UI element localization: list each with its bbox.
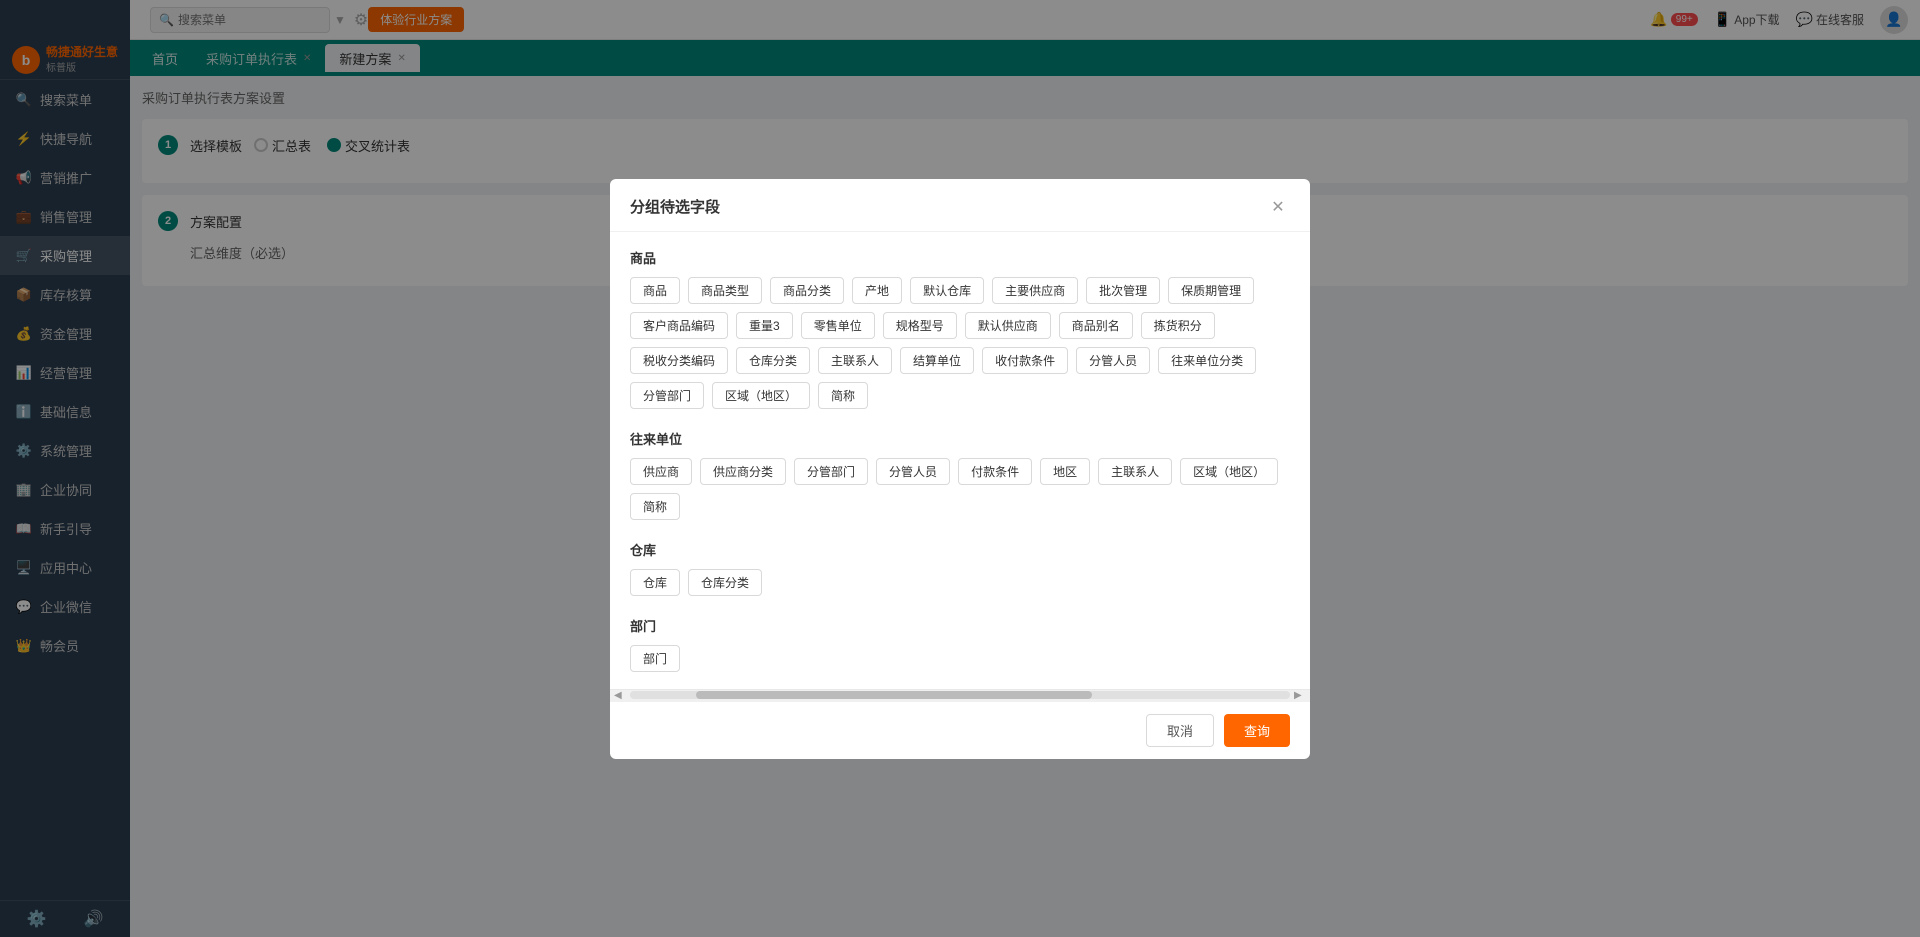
field-main-contact[interactable]: 主联系人 (818, 347, 892, 374)
field-expiry-management[interactable]: 保质期管理 (1168, 277, 1254, 304)
section-warehouse-title: 仓库 (630, 540, 1290, 559)
field-origin[interactable]: 产地 (852, 277, 902, 304)
field-area[interactable]: 地区 (1040, 458, 1090, 485)
field-customer-goods-code[interactable]: 客户商品编码 (630, 312, 728, 339)
field-supplier-category[interactable]: 供应商分类 (700, 458, 786, 485)
modal-hscroll: ◀ ▶ (610, 689, 1310, 701)
department-fields-grid: 部门 (630, 645, 1290, 672)
field-region-goods[interactable]: 区域（地区） (712, 382, 810, 409)
goods-fields-grid: 商品 商品类型 商品分类 产地 默认仓库 主要供应商 批次管理 保质期管理 客户… (630, 277, 1290, 409)
hscroll-left-btn[interactable]: ◀ (614, 690, 626, 701)
field-settlement-unit[interactable]: 结算单位 (900, 347, 974, 374)
cancel-button[interactable]: 取消 (1146, 714, 1214, 747)
field-department[interactable]: 部门 (630, 645, 680, 672)
field-short-name-goods[interactable]: 简称 (818, 382, 868, 409)
field-default-supplier[interactable]: 默认供应商 (965, 312, 1051, 339)
section-department: 部门 部门 (630, 616, 1290, 672)
field-goods[interactable]: 商品 (630, 277, 680, 304)
field-warehouse-category[interactable]: 仓库分类 (736, 347, 810, 374)
field-main-supplier[interactable]: 主要供应商 (992, 277, 1078, 304)
section-warehouse: 仓库 仓库 仓库分类 (630, 540, 1290, 596)
section-department-title: 部门 (630, 616, 1290, 635)
hscroll-thumb[interactable] (696, 691, 1092, 699)
field-payment-condition[interactable]: 付款条件 (958, 458, 1032, 485)
section-partner-title: 往来单位 (630, 429, 1290, 448)
field-person-partner[interactable]: 分管人员 (876, 458, 950, 485)
field-payment-terms[interactable]: 收付款条件 (982, 347, 1068, 374)
field-spec-model[interactable]: 规格型号 (883, 312, 957, 339)
field-warehouse-type[interactable]: 仓库分类 (688, 569, 762, 596)
modal-body: 商品 商品 商品类型 商品分类 产地 默认仓库 主要供应商 批次管理 保质期管理… (610, 232, 1310, 689)
modal-header: 分组待选字段 ✕ (610, 179, 1310, 232)
field-default-warehouse[interactable]: 默认仓库 (910, 277, 984, 304)
field-supplier[interactable]: 供应商 (630, 458, 692, 485)
modal-overlay: 分组待选字段 ✕ 商品 商品 商品类型 商品分类 产地 默认仓库 主要供应商 批… (0, 0, 1920, 937)
field-weight3[interactable]: 重量3 (736, 312, 793, 339)
modal-close-button[interactable]: ✕ (1266, 195, 1290, 219)
modal-dialog: 分组待选字段 ✕ 商品 商品 商品类型 商品分类 产地 默认仓库 主要供应商 批… (610, 179, 1310, 759)
field-supervisor[interactable]: 分管人员 (1076, 347, 1150, 374)
section-goods-title: 商品 (630, 248, 1290, 267)
section-partner: 往来单位 供应商 供应商分类 分管部门 分管人员 付款条件 地区 主联系人 区域… (630, 429, 1290, 520)
modal-footer: 取消 查询 (610, 701, 1310, 759)
field-goods-category[interactable]: 商品分类 (770, 277, 844, 304)
field-main-contact-partner[interactable]: 主联系人 (1098, 458, 1172, 485)
field-pick-points[interactable]: 拣货积分 (1141, 312, 1215, 339)
partner-fields-grid: 供应商 供应商分类 分管部门 分管人员 付款条件 地区 主联系人 区域（地区） … (630, 458, 1290, 520)
hscroll-right-btn[interactable]: ▶ (1294, 690, 1306, 701)
modal-title: 分组待选字段 (630, 196, 720, 217)
field-goods-type[interactable]: 商品类型 (688, 277, 762, 304)
section-goods: 商品 商品 商品类型 商品分类 产地 默认仓库 主要供应商 批次管理 保质期管理… (630, 248, 1290, 409)
field-tax-code[interactable]: 税收分类编码 (630, 347, 728, 374)
field-partner-category[interactable]: 往来单位分类 (1158, 347, 1256, 374)
field-short-name-partner[interactable]: 简称 (630, 493, 680, 520)
field-batch-management[interactable]: 批次管理 (1086, 277, 1160, 304)
warehouse-fields-grid: 仓库 仓库分类 (630, 569, 1290, 596)
field-warehouse[interactable]: 仓库 (630, 569, 680, 596)
field-region-partner[interactable]: 区域（地区） (1180, 458, 1278, 485)
field-dept-partner[interactable]: 分管部门 (794, 458, 868, 485)
field-retail-unit[interactable]: 零售单位 (801, 312, 875, 339)
field-goods-alias[interactable]: 商品别名 (1059, 312, 1133, 339)
confirm-button[interactable]: 查询 (1224, 714, 1290, 747)
field-supervisor-dept[interactable]: 分管部门 (630, 382, 704, 409)
